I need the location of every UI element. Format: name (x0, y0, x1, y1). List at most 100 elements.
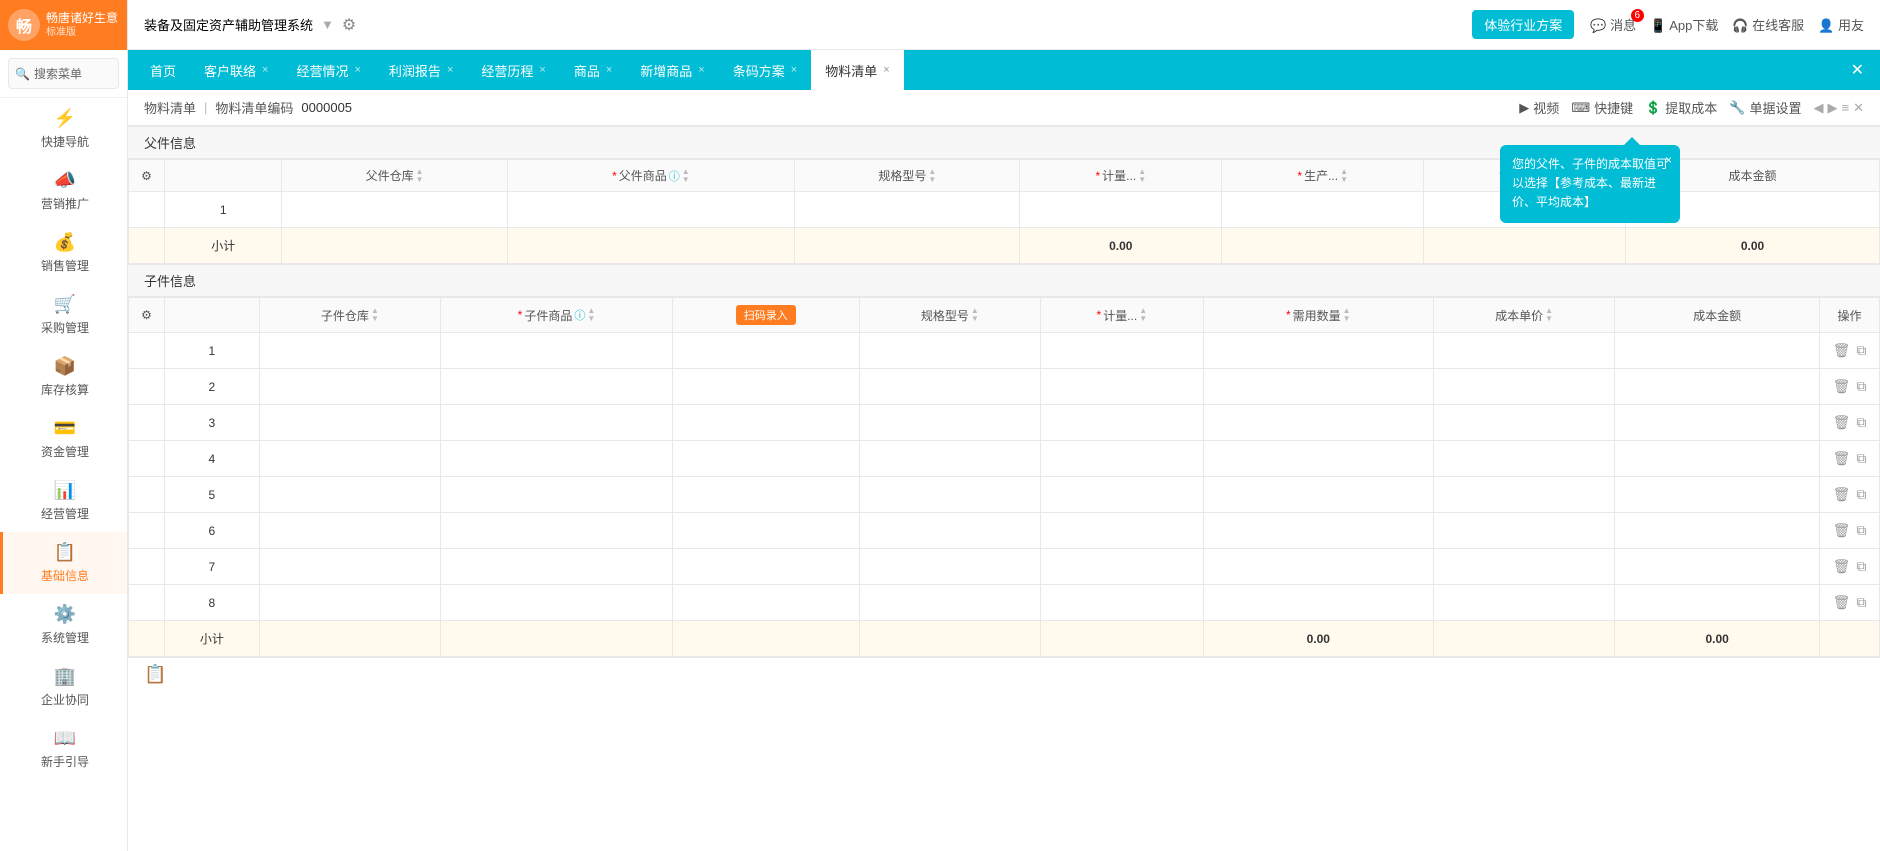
sidebar-item-operations[interactable]: 📊经营管理 (0, 470, 127, 532)
child-row-3-warehouse[interactable] (259, 405, 440, 441)
child-row-1-spec[interactable] (859, 333, 1040, 369)
sidebar-item-enterprise[interactable]: 🏢企业协同 (0, 656, 127, 718)
sidebar-item-fast-nav[interactable]: ⚡快捷导航 (0, 98, 127, 160)
child-row-3-copy-icon[interactable]: ⧉ (1856, 414, 1866, 431)
tab-close-barcode[interactable]: × (791, 64, 797, 76)
prev-btn[interactable]: ◀ (1814, 100, 1824, 116)
dropdown-icon[interactable]: ▼ (321, 17, 334, 32)
child-row-7-spec[interactable] (859, 549, 1040, 585)
sidebar-item-inventory[interactable]: 📦库存核算 (0, 346, 127, 408)
child-row-2-product[interactable] (441, 369, 673, 405)
close-btn[interactable]: ✕ (1853, 100, 1864, 116)
child-row-2-delete-icon[interactable]: 🗑 (1833, 378, 1851, 395)
list-view-btn[interactable]: ≡ (1842, 100, 1850, 116)
child-row-1-delete-icon[interactable]: 🗑 (1833, 342, 1851, 359)
child-row-5-product[interactable] (441, 477, 673, 513)
child-row-6-warehouse[interactable] (259, 513, 440, 549)
child-row-7-warehouse[interactable] (259, 549, 440, 585)
child-row-7-product[interactable] (441, 549, 673, 585)
child-row-5-unit[interactable] (1041, 477, 1204, 513)
child-row-2-warehouse[interactable] (259, 369, 440, 405)
child-row-5-copy-icon[interactable]: ⧉ (1856, 486, 1866, 503)
trial-button[interactable]: 体验行业方案 (1472, 10, 1574, 39)
parent-row-1-product[interactable] (507, 192, 795, 228)
tab-close-operations[interactable]: × (354, 64, 360, 76)
child-row-6-copy-icon[interactable]: ⧉ (1856, 522, 1866, 539)
sidebar-item-finance[interactable]: 💳资金管理 (0, 408, 127, 470)
user-btn[interactable]: 👤 用友 (1818, 15, 1864, 34)
child-row-4-product[interactable] (441, 441, 673, 477)
tab-close-new-goods[interactable]: × (698, 64, 704, 76)
child-row-8-qty[interactable] (1203, 585, 1433, 621)
extract-cost-btn[interactable]: 💲 提取成本 (1645, 98, 1717, 117)
child-row-3-unit[interactable] (1041, 405, 1204, 441)
app-download-btn[interactable]: 📱 App下载 (1650, 15, 1718, 34)
tooltip-close-btn[interactable]: × (1665, 151, 1672, 170)
close-all-tabs-btn[interactable]: ✕ (1843, 60, 1872, 80)
parent-row-1-warehouse[interactable] (282, 192, 507, 228)
child-row-1-qty[interactable] (1203, 333, 1433, 369)
tab-profit[interactable]: 利润报告× (375, 50, 467, 90)
tab-history[interactable]: 经营历程× (467, 50, 559, 90)
child-row-5-delete-icon[interactable]: 🗑 (1833, 486, 1851, 503)
tab-customer[interactable]: 客户联络× (190, 50, 282, 90)
tab-close-goods[interactable]: × (606, 64, 612, 76)
settings-icon[interactable]: ⚙ (342, 15, 356, 35)
child-row-4-qty[interactable] (1203, 441, 1433, 477)
settings-icon[interactable]: ⚙ (141, 169, 152, 183)
child-row-4-warehouse[interactable] (259, 441, 440, 477)
service-btn[interactable]: 🎧 在线客服 (1732, 15, 1804, 34)
child-row-6-unit[interactable] (1041, 513, 1204, 549)
sidebar-item-marketing[interactable]: 📣营销推广 (0, 160, 127, 222)
tab-close-customer[interactable]: × (262, 64, 268, 76)
child-row-3-spec[interactable] (859, 405, 1040, 441)
child-row-2-unit[interactable] (1041, 369, 1204, 405)
child-row-6-spec[interactable] (859, 513, 1040, 549)
child-row-5-spec[interactable] (859, 477, 1040, 513)
child-settings-icon[interactable]: ⚙ (141, 308, 152, 322)
single-setting-btn[interactable]: 🔧 单据设置 (1729, 98, 1801, 117)
tab-close-bom[interactable]: × (883, 64, 889, 76)
child-row-3-qty[interactable] (1203, 405, 1433, 441)
child-row-1-unit[interactable] (1041, 333, 1204, 369)
child-row-5-warehouse[interactable] (259, 477, 440, 513)
message-btn[interactable]: 💬 6 消息 (1590, 15, 1636, 34)
next-btn[interactable]: ▶ (1828, 100, 1838, 116)
child-row-3-delete-icon[interactable]: 🗑 (1833, 414, 1851, 431)
child-row-6-qty[interactable] (1203, 513, 1433, 549)
sidebar-item-purchase[interactable]: 🛒采购管理 (0, 284, 127, 346)
child-row-2-qty[interactable] (1203, 369, 1433, 405)
child-row-2-spec[interactable] (859, 369, 1040, 405)
sidebar-item-guide[interactable]: 📖新手引导 (0, 718, 127, 780)
child-row-6-product[interactable] (441, 513, 673, 549)
sidebar-item-system[interactable]: ⚙️系统管理 (0, 594, 127, 656)
child-row-8-unit[interactable] (1041, 585, 1204, 621)
child-row-7-delete-icon[interactable]: 🗑 (1833, 558, 1851, 575)
child-row-8-copy-icon[interactable]: ⧉ (1856, 594, 1866, 611)
child-row-1-copy-icon[interactable]: ⧉ (1856, 342, 1866, 359)
child-row-8-spec[interactable] (859, 585, 1040, 621)
child-row-6-delete-icon[interactable]: 🗑 (1833, 522, 1851, 539)
child-row-8-warehouse[interactable] (259, 585, 440, 621)
child-row-4-delete-icon[interactable]: 🗑 (1833, 450, 1851, 467)
tab-operations[interactable]: 经营情况× (282, 50, 374, 90)
child-row-4-copy-icon[interactable]: ⧉ (1856, 450, 1866, 467)
child-row-7-unit[interactable] (1041, 549, 1204, 585)
child-row-5-qty[interactable] (1203, 477, 1433, 513)
child-row-8-product[interactable] (441, 585, 673, 621)
sidebar-item-sales[interactable]: 💰销售管理 (0, 222, 127, 284)
child-row-3-product[interactable] (441, 405, 673, 441)
tab-new-goods[interactable]: 新增商品× (626, 50, 718, 90)
child-row-2-copy-icon[interactable]: ⧉ (1856, 378, 1866, 395)
tab-close-history[interactable]: × (539, 64, 545, 76)
tab-close-profit[interactable]: × (447, 64, 453, 76)
sidebar-item-basic-info[interactable]: 📋基础信息 (0, 532, 127, 594)
view-video-btn[interactable]: ▶ 视频 (1519, 98, 1559, 117)
shortcut-btn[interactable]: ⌨ 快捷键 (1571, 98, 1633, 117)
child-row-7-copy-icon[interactable]: ⧉ (1856, 558, 1866, 575)
scan-input-btn[interactable]: 扫码录入 (736, 305, 796, 325)
child-row-8-delete-icon[interactable]: 🗑 (1833, 594, 1851, 611)
child-row-7-qty[interactable] (1203, 549, 1433, 585)
tab-bom[interactable]: 物料清单× (811, 50, 903, 90)
tab-home[interactable]: 首页 (136, 50, 190, 90)
